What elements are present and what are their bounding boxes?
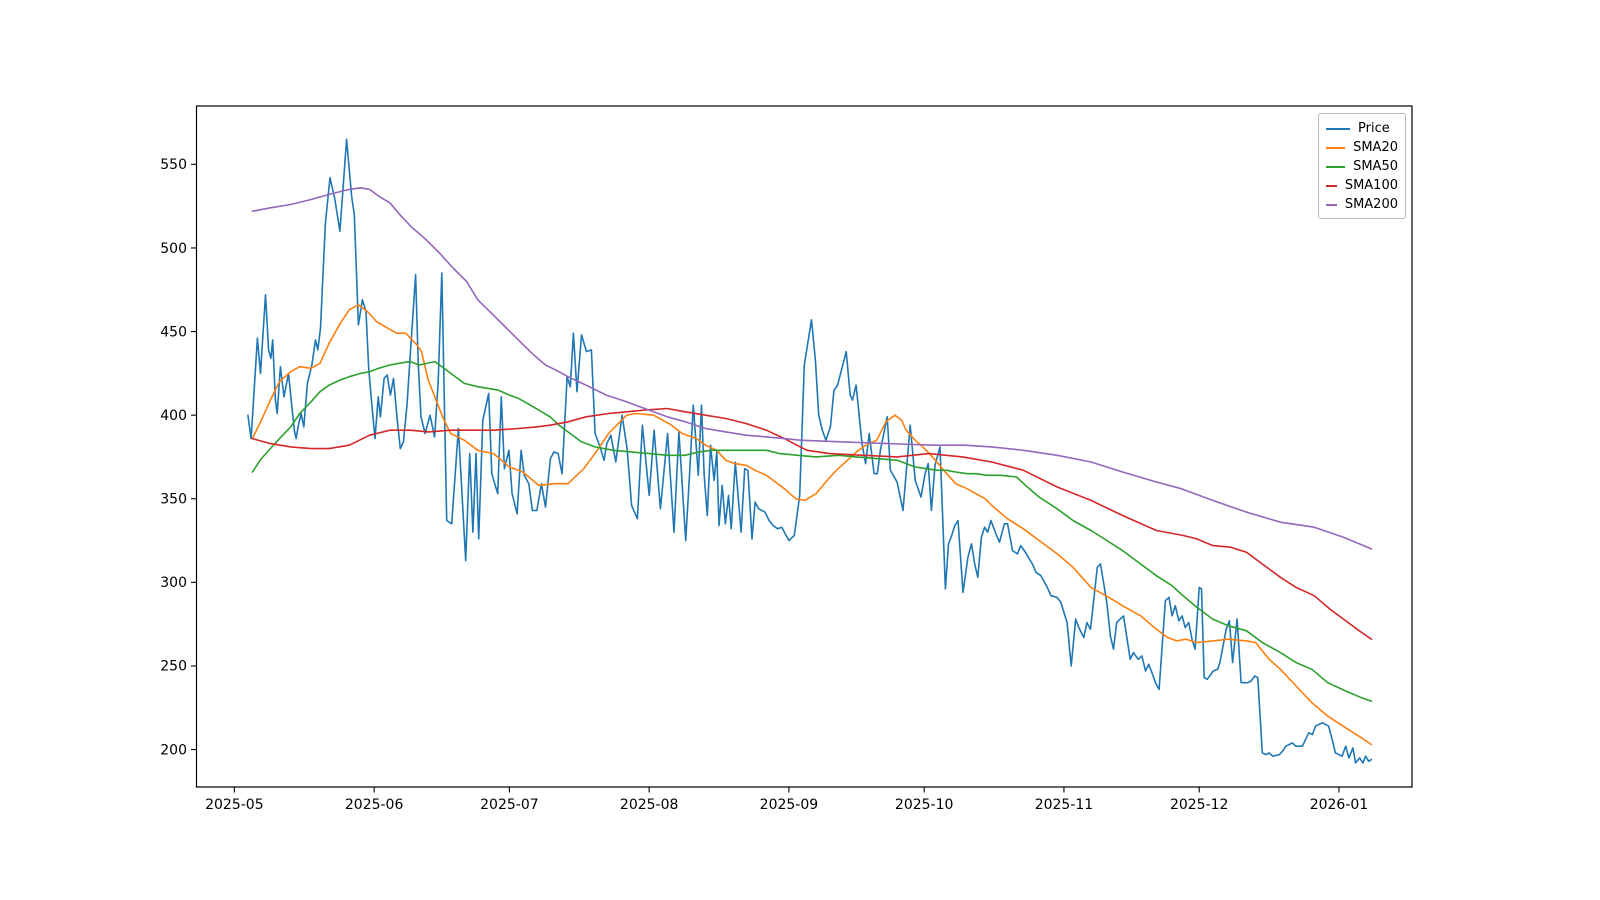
legend-line-swatch — [1326, 184, 1337, 187]
x-tick-label: 2026-01 — [1310, 797, 1369, 813]
x-tick-label: 2025-06 — [345, 797, 404, 813]
x-tick-label: 2025-12 — [1170, 797, 1229, 813]
legend-label: Price — [1358, 121, 1390, 136]
legend-line-swatch — [1326, 165, 1346, 168]
x-tick-label: 2025-07 — [480, 797, 539, 813]
series-line-sma20 — [251, 304, 1373, 746]
x-tick-label: 2025-09 — [760, 797, 819, 813]
legend: Price SMA20 SMA50 SMA100 SMA200 — [1318, 113, 1406, 219]
legend-label: SMA20 — [1353, 140, 1398, 155]
y-tick-label: 550 — [160, 157, 187, 173]
series-line-sma200 — [251, 187, 1373, 550]
x-tick-label: 2025-08 — [620, 797, 679, 813]
legend-item-price: Price — [1326, 119, 1398, 138]
x-tick-label: 2025-10 — [895, 797, 954, 813]
legend-item-sma200: SMA200 — [1326, 195, 1398, 214]
legend-item-sma50: SMA50 — [1326, 157, 1398, 176]
legend-label: SMA100 — [1344, 178, 1398, 193]
matplotlib-figure: 2025-05 2025-06 2025-07 2025-08 2025-09 2025-… — [0, 0, 1600, 900]
y-tick-label: 250 — [160, 659, 187, 675]
y-tick-label: 500 — [160, 241, 187, 257]
legend-line-swatch — [1326, 203, 1337, 206]
legend-item-sma20: SMA20 — [1326, 138, 1398, 157]
y-tick-label: 350 — [160, 492, 187, 508]
legend-item-sma100: SMA100 — [1326, 176, 1398, 195]
legend-line-swatch — [1326, 127, 1350, 130]
series-line-sma100 — [251, 407, 1373, 640]
x-tick-label: 2025-05 — [205, 797, 264, 813]
y-tick-label: 300 — [160, 575, 187, 591]
y-tick-label: 400 — [160, 408, 187, 424]
y-tick-label: 450 — [160, 324, 187, 340]
legend-label: SMA200 — [1344, 197, 1398, 212]
plot-frame — [195, 105, 1413, 788]
legend-label: SMA50 — [1353, 159, 1398, 174]
y-tick-label: 200 — [160, 742, 187, 758]
legend-line-swatch — [1326, 146, 1346, 149]
x-tick-label: 2025-11 — [1035, 797, 1094, 813]
